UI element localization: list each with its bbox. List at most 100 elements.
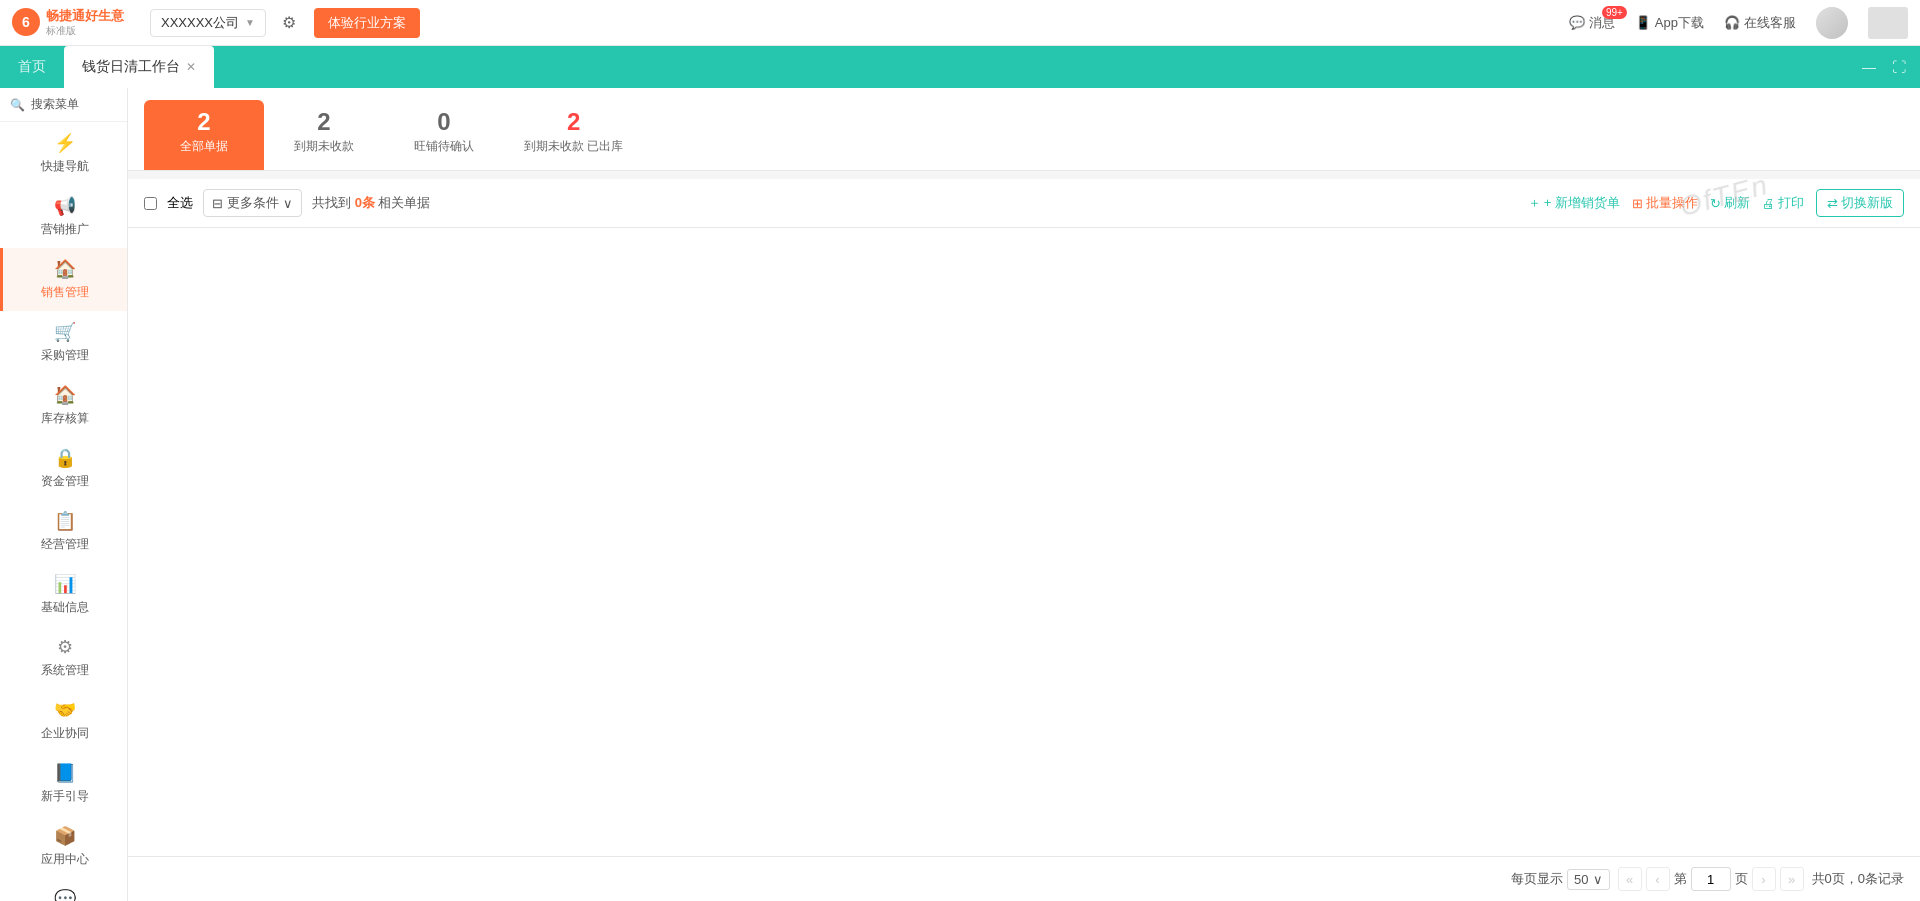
sidebar-item-label-inventory: 库存核算 (41, 410, 89, 427)
wechat-icon: 💬 (54, 888, 76, 901)
search-icon: 🔍 (10, 98, 25, 112)
sales-icon: 🏠 (54, 258, 76, 280)
tab-close-icon[interactable]: ✕ (186, 60, 196, 74)
trial-button[interactable]: 体验行业方案 (314, 8, 420, 38)
avatar[interactable] (1816, 7, 1848, 39)
tab-home[interactable]: 首页 (0, 46, 64, 88)
message-badge: 99+ (1602, 6, 1627, 19)
per-page-label: 每页显示 (1511, 870, 1563, 888)
toolbar: 全选 ⊟ 更多条件 ∨ 共找到 0条 相关单据 ＋ + 新增销货单 (128, 179, 1920, 228)
stat-label-shipped: 到期未收款 已出库 (524, 138, 623, 155)
filter-button[interactable]: ⊟ 更多条件 ∨ (203, 189, 302, 217)
purchase-icon: 🛒 (54, 321, 76, 343)
found-num: 0条 (355, 195, 375, 210)
sidebar-item-quick-nav[interactable]: ⚡ 快捷导航 (0, 122, 127, 185)
tab-minimize-button[interactable]: — (1858, 55, 1880, 79)
tab-workspace[interactable]: 钱货日清工作台 ✕ (64, 46, 214, 88)
sidebar-item-purchase[interactable]: 🛒 采购管理 (0, 311, 127, 374)
refresh-button[interactable]: ↻ 刷新 (1710, 194, 1750, 212)
sidebar-item-label-enterprise: 企业协同 (41, 725, 89, 742)
print-icon: 🖨 (1762, 196, 1775, 211)
avatar-image (1816, 7, 1848, 39)
app-center-icon: 📦 (54, 825, 76, 847)
sidebar-item-inventory[interactable]: 🏠 库存核算 (0, 374, 127, 437)
company-selector[interactable]: XXXXXX公司 ▼ (150, 9, 266, 37)
brand-name: 畅捷通好生意 (46, 8, 124, 25)
sidebar-item-label-quick-nav: 快捷导航 (41, 158, 89, 175)
tab-controls: — ⛶ (1858, 55, 1920, 79)
sidebar-item-label-sales: 销售管理 (41, 284, 89, 301)
pagination-footer: 每页显示 50 ∨ « ‹ 第 页 › » 共0页，0条记录 (128, 856, 1920, 901)
select-all-checkbox[interactable] (144, 197, 157, 210)
tab-maximize-button[interactable]: ⛶ (1888, 55, 1910, 79)
stat-label-all: 全部单据 (164, 138, 244, 155)
stat-tab-pending[interactable]: 0 旺铺待确认 (384, 100, 504, 170)
sidebar-item-system[interactable]: ⚙ 系统管理 (0, 626, 127, 689)
next-page-button[interactable]: › (1752, 867, 1776, 891)
sidebar-item-marketing[interactable]: 📢 营销推广 (0, 185, 127, 248)
stats-tabs: 2 全部单据 2 到期未收款 0 旺铺待确认 2 到期未收款 已出库 (128, 88, 1920, 171)
sidebar-item-wechat[interactable]: 💬 企业微信 (0, 878, 127, 901)
logo-area: 6 畅捷通好生意 标准版 (12, 8, 140, 38)
first-page-button[interactable]: « (1618, 867, 1642, 891)
sidebar-item-label-operations: 经营管理 (41, 536, 89, 553)
edition-badge: 标准版 (46, 24, 124, 37)
sidebar-item-finance[interactable]: 🔒 资金管理 (0, 437, 127, 500)
sidebar-item-sales[interactable]: 🏠 销售管理 (0, 248, 127, 311)
stat-num-overdue: 2 (284, 108, 364, 136)
finance-icon: 🔒 (54, 447, 76, 469)
sidebar-item-label-marketing: 营销推广 (41, 221, 89, 238)
app-download-label: App下载 (1655, 14, 1704, 32)
logo-icon: 6 (12, 8, 40, 36)
found-prefix: 共找到 (312, 195, 351, 210)
newbie-icon: 📘 (54, 762, 76, 784)
stat-tab-overdue[interactable]: 2 到期未收款 (264, 100, 384, 170)
operations-icon: 📋 (54, 510, 76, 532)
sidebar: 🔍 搜索菜单 ⚡ 快捷导航 📢 营销推广 🏠 销售管理 🛒 采购管理 🏠 库存核… (0, 88, 128, 901)
settings-button[interactable]: ⚙ (274, 8, 304, 38)
stat-tab-all[interactable]: 2 全部单据 (144, 100, 264, 170)
batch-icon: ⊞ (1632, 196, 1643, 211)
batch-button[interactable]: ⊞ 批量操作 (1632, 194, 1698, 212)
base-info-icon: 📊 (54, 573, 76, 595)
sidebar-item-app-center[interactable]: 📦 应用中心 (0, 815, 127, 878)
last-page-button[interactable]: » (1780, 867, 1804, 891)
toolbar-right: ＋ + 新增销货单 ⊞ 批量操作 ↻ 刷新 🖨 打印 ⇄ 切换新版 (1528, 189, 1904, 217)
online-service-label: 在线客服 (1744, 14, 1796, 32)
service-icon: 🎧 (1724, 15, 1740, 30)
switch-version-button[interactable]: ⇄ 切换新版 (1816, 189, 1904, 217)
message-button[interactable]: 💬 消息 99+ (1569, 14, 1615, 32)
app-download-button[interactable]: 📱 App下载 (1635, 14, 1704, 32)
tab-workspace-label: 钱货日清工作台 (82, 58, 180, 76)
sidebar-item-base-info[interactable]: 📊 基础信息 (0, 563, 127, 626)
sidebar-item-newbie[interactable]: 📘 新手引导 (0, 752, 127, 815)
marketing-icon: 📢 (54, 195, 76, 217)
filter-icon: ⊟ (212, 196, 223, 211)
page-prefix: 第 (1674, 870, 1687, 888)
top-header: 6 畅捷通好生意 标准版 XXXXXX公司 ▼ ⚙ 体验行业方案 💬 消息 99… (0, 0, 1920, 46)
refresh-label: 刷新 (1724, 194, 1750, 212)
refresh-icon: ↻ (1710, 196, 1721, 211)
page-nav: « ‹ 第 页 › » (1618, 867, 1804, 891)
print-button[interactable]: 🖨 打印 (1762, 194, 1804, 212)
sidebar-item-label-finance: 资金管理 (41, 473, 89, 490)
system-icon: ⚙ (57, 636, 73, 658)
page-number-input[interactable] (1691, 867, 1731, 891)
new-sales-button[interactable]: ＋ + 新增销货单 (1528, 194, 1620, 212)
user-info[interactable] (1868, 7, 1908, 39)
toolbar-left: 全选 ⊟ 更多条件 ∨ 共找到 0条 相关单据 (144, 189, 430, 217)
tab-home-label: 首页 (18, 58, 46, 76)
prev-page-button[interactable]: ‹ (1646, 867, 1670, 891)
quick-nav-icon: ⚡ (54, 132, 76, 154)
sidebar-search[interactable]: 🔍 搜索菜单 (0, 88, 127, 122)
stat-tab-shipped[interactable]: 2 到期未收款 已出库 (504, 100, 643, 170)
stat-label-overdue: 到期未收款 (284, 138, 364, 155)
sidebar-item-operations[interactable]: 📋 经营管理 (0, 500, 127, 563)
page-size-box[interactable]: 50 ∨ (1567, 869, 1609, 890)
sidebar-item-enterprise[interactable]: 🤝 企业协同 (0, 689, 127, 752)
chevron-down-page-icon: ∨ (1593, 872, 1603, 887)
sidebar-item-label-newbie: 新手引导 (41, 788, 89, 805)
sidebar-item-label-app-center: 应用中心 (41, 851, 89, 868)
online-service-button[interactable]: 🎧 在线客服 (1724, 14, 1796, 32)
select-all-label: 全选 (167, 194, 193, 212)
